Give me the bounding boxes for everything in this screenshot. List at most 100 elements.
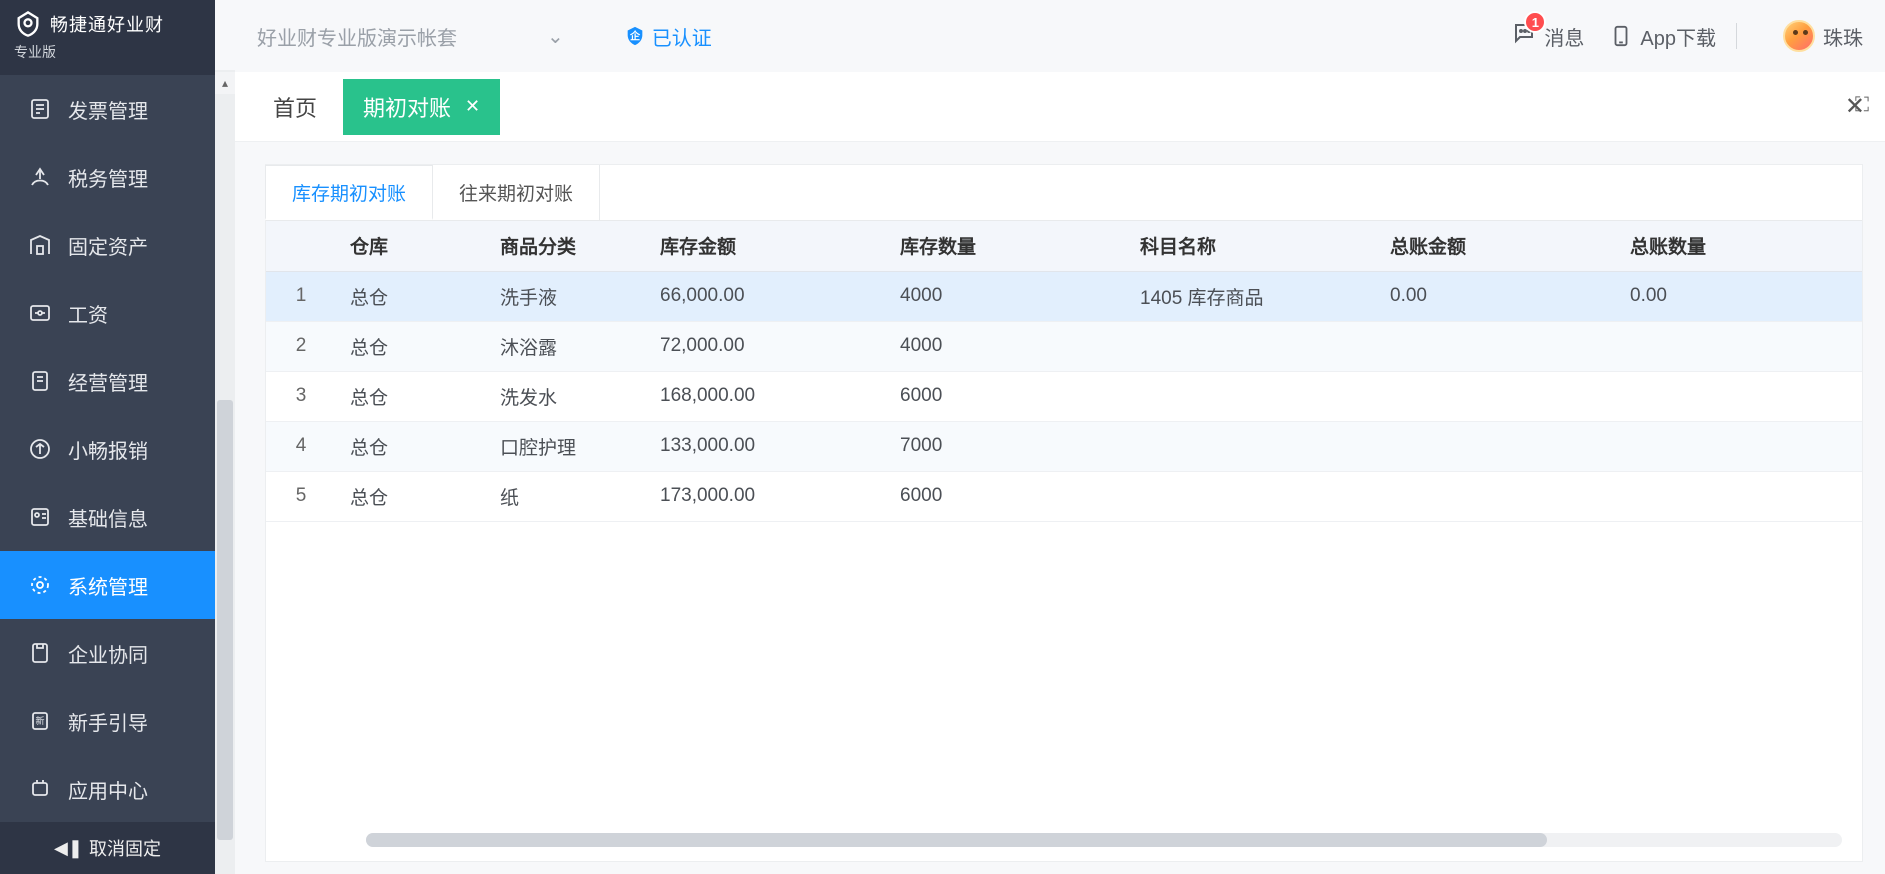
cell-quantity: 6000 [886, 471, 1126, 521]
col-quantity[interactable]: 库存数量 [886, 221, 1126, 271]
cell-amount: 66,000.00 [646, 271, 886, 321]
table-row[interactable]: 3总仓洗发水168,000.006000 [266, 371, 1862, 421]
tab-active-label: 期初对账 [363, 91, 451, 123]
sidebar-item-invoice[interactable]: 发票管理 [0, 75, 215, 143]
table-row[interactable]: 1总仓洗手液66,000.0040001405 库存商品0.000.00 [266, 271, 1862, 321]
messages-button[interactable]: 1 消息 [1512, 21, 1584, 51]
verified-label: 已认证 [652, 22, 712, 51]
col-warehouse[interactable]: 仓库 [336, 221, 486, 271]
info-icon [28, 505, 52, 529]
table-row[interactable]: 5总仓纸173,000.006000 [266, 471, 1862, 521]
sidebar-item-ops[interactable]: 经营管理 [0, 347, 215, 415]
col-ledger-qty[interactable]: 总账数量 [1616, 221, 1862, 271]
sidebar-unpin[interactable]: ◀❚ 取消固定 [0, 822, 215, 874]
cell-category: 洗手液 [486, 271, 646, 321]
table-head-row: 仓库 商品分类 库存金额 库存数量 科目名称 总账金额 总账数量 [266, 221, 1862, 271]
col-category[interactable]: 商品分类 [486, 221, 646, 271]
cell-quantity: 7000 [886, 421, 1126, 471]
cell-ledger-amount [1376, 421, 1616, 471]
sidebar-item-tax[interactable]: 税务管理 [0, 143, 215, 211]
cell-category: 口腔护理 [486, 421, 646, 471]
sidebar-item-system[interactable]: 系统管理 [0, 551, 215, 619]
collab-icon [28, 641, 52, 665]
cell-amount: 173,000.00 [646, 471, 886, 521]
content-area: 库存期初对账 往来期初对账 仓库 商品分类 库存金额 库存数量 科目名称 总账金… [235, 142, 1885, 874]
cell-quantity: 4000 [886, 271, 1126, 321]
data-table: 仓库 商品分类 库存金额 库存数量 科目名称 总账金额 总账数量 1总仓洗手液6… [266, 221, 1862, 522]
messages-label: 消息 [1544, 22, 1584, 51]
sidebar-item-asset[interactable]: 固定资产 [0, 211, 215, 279]
subtab-receivable[interactable]: 往来期初对账 [433, 165, 600, 220]
user-menu[interactable]: 珠珠 [1783, 20, 1863, 52]
cell-amount: 133,000.00 [646, 421, 886, 471]
cell-warehouse: 总仓 [336, 271, 486, 321]
cell-ledger-amount: 0.00 [1376, 271, 1616, 321]
sidebar-item-label: 新手引导 [68, 707, 148, 736]
cell-index: 1 [266, 271, 336, 321]
verified-badge[interactable]: 企 已认证 [624, 22, 712, 51]
username: 珠珠 [1823, 22, 1863, 51]
tab-home[interactable]: 首页 [265, 91, 325, 123]
header-divider [1736, 23, 1737, 49]
cell-subject [1126, 371, 1376, 421]
horizontal-scroll-thumb[interactable] [366, 833, 1547, 847]
avatar-icon [1783, 20, 1815, 52]
sidebar-scroll-thumb[interactable] [217, 400, 233, 840]
cell-index: 5 [266, 471, 336, 521]
chevron-down-icon: ⌄ [547, 24, 564, 49]
account-selector[interactable]: 好业财专业版演示帐套 ⌄ [257, 22, 564, 51]
tabs-expand-icon[interactable]: ⛶ [1855, 94, 1885, 117]
brand-logo-icon [14, 10, 42, 38]
cell-ledger-qty [1616, 421, 1862, 471]
cell-quantity: 6000 [886, 371, 1126, 421]
table-row[interactable]: 2总仓沐浴露72,000.004000 [266, 321, 1862, 371]
system-icon [28, 573, 52, 597]
account-name: 好业财专业版演示帐套 [257, 22, 457, 51]
cell-index: 3 [266, 371, 336, 421]
tab-close-icon[interactable]: ✕ [465, 96, 480, 117]
sidebar-item-label: 经营管理 [68, 367, 148, 396]
download-label: App下载 [1640, 22, 1716, 51]
apps-icon [28, 777, 52, 801]
header: 好业财专业版演示帐套 ⌄ 企 已认证 1 消息 App下载 珠珠 [235, 0, 1885, 72]
cell-warehouse: 总仓 [336, 371, 486, 421]
invoice-icon [28, 97, 52, 121]
col-ledger-amount[interactable]: 总账金额 [1376, 221, 1616, 271]
app-download-button[interactable]: App下载 [1610, 22, 1716, 51]
sidebar-scroll-up[interactable]: ▴ [215, 72, 235, 94]
sidebar-item-label: 工资 [68, 299, 108, 328]
svg-text:企: 企 [629, 30, 641, 43]
cell-subject [1126, 421, 1376, 471]
col-index [266, 221, 336, 271]
sidebar-item-label: 系统管理 [68, 571, 148, 600]
cell-warehouse: 总仓 [336, 321, 486, 371]
sidebar-item-label: 固定资产 [68, 231, 148, 260]
sidebar-item-salary[interactable]: 工资 [0, 279, 215, 347]
sidebar-item-guide[interactable]: 新新手引导 [0, 687, 215, 755]
brand-name: 畅捷通好业财 [50, 11, 164, 37]
col-subject[interactable]: 科目名称 [1126, 221, 1376, 271]
sidebar-item-collab[interactable]: 企业协同 [0, 619, 215, 687]
sub-tabs: 库存期初对账 往来期初对账 [266, 165, 1862, 221]
cell-category: 纸 [486, 471, 646, 521]
panel: 库存期初对账 往来期初对账 仓库 商品分类 库存金额 库存数量 科目名称 总账金… [265, 164, 1863, 862]
cell-ledger-amount [1376, 471, 1616, 521]
sidebar-item-label: 小畅报销 [68, 435, 148, 464]
cell-category: 洗发水 [486, 371, 646, 421]
cell-ledger-qty [1616, 471, 1862, 521]
cell-amount: 72,000.00 [646, 321, 886, 371]
reimburse-icon [28, 437, 52, 461]
cell-index: 2 [266, 321, 336, 371]
tab-active[interactable]: 期初对账 ✕ [343, 79, 500, 135]
sidebar-item-label: 税务管理 [68, 163, 148, 192]
messages-badge: 1 [1524, 11, 1546, 33]
sidebar-item-reimburse[interactable]: 小畅报销 [0, 415, 215, 483]
sidebar-item-info[interactable]: 基础信息 [0, 483, 215, 551]
table-row[interactable]: 4总仓口腔护理133,000.007000 [266, 421, 1862, 471]
subtab-inventory[interactable]: 库存期初对账 [265, 165, 433, 220]
guide-icon: 新 [28, 709, 52, 733]
col-amount[interactable]: 库存金额 [646, 221, 886, 271]
sidebar-item-label: 企业协同 [68, 639, 148, 668]
sidebar-item-apps[interactable]: 应用中心 [0, 755, 215, 822]
horizontal-scrollbar[interactable] [366, 833, 1842, 847]
